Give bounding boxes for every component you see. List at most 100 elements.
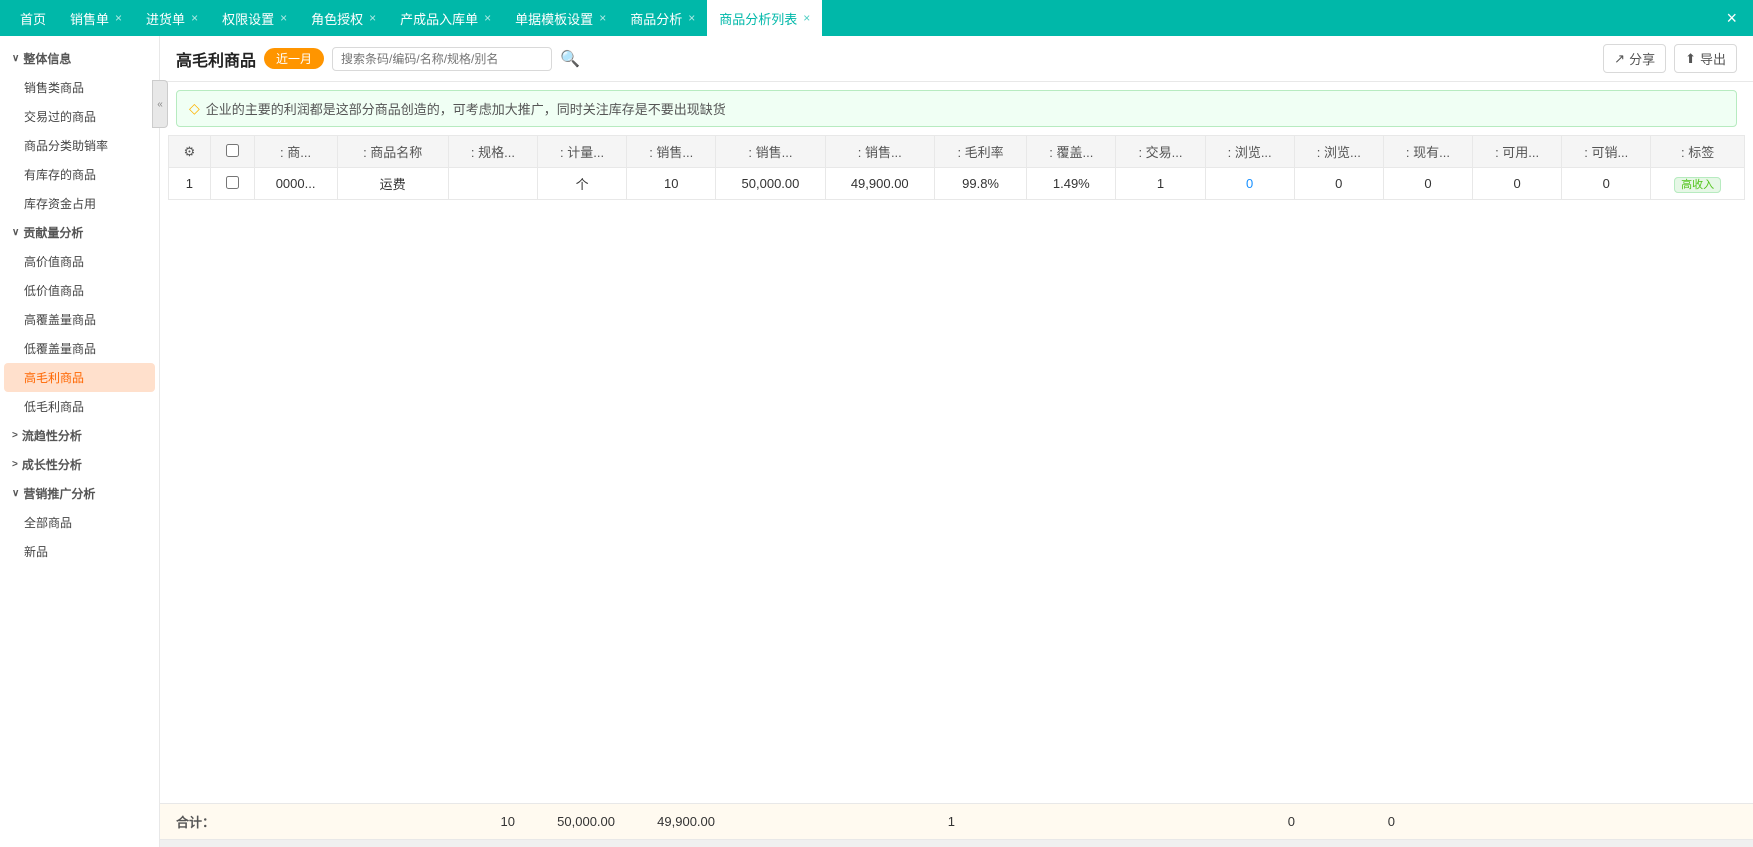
col-sort-transaction: : 交易... [1138, 142, 1182, 161]
browse-link[interactable]: 0 [1246, 176, 1253, 191]
col-header-sales_profit[interactable]: : 销售... [825, 136, 934, 168]
info-icon: ◇ [189, 100, 200, 117]
cell-current_stock: 0 [1383, 168, 1472, 200]
cell-sales_profit: 49,900.00 [825, 168, 934, 200]
sidebar-item-交易过的商品[interactable]: 交易过的商品 [0, 102, 159, 131]
content-header: 高毛利商品 近一月 🔍 ↗ 分享 ⬆ 导出 [160, 36, 1753, 82]
nav-close-icon[interactable]: × [280, 11, 287, 25]
col-sort-unit: : 计量... [560, 142, 604, 161]
nav-item-商品分析列表[interactable]: 商品分析列表× [707, 0, 822, 36]
search-input[interactable] [332, 47, 552, 71]
col-header-available[interactable]: : 可用... [1473, 136, 1562, 168]
nav-close-icon[interactable]: × [599, 11, 606, 25]
nav-item-角色授权[interactable]: 角色授权× [299, 0, 388, 36]
sidebar-item-高覆盖量商品[interactable]: 高覆盖量商品 [0, 305, 159, 334]
col-header-transaction[interactable]: : 交易... [1116, 136, 1205, 168]
nav-item-销售单[interactable]: 销售单× [58, 0, 134, 36]
filter-period-button[interactable]: 近一月 [264, 48, 324, 69]
sidebar-section-贡献量分析[interactable]: ∨贡献量分析 [0, 218, 159, 247]
info-banner: ◇ 企业的主要的利润都是这部分商品创造的，可考虑加大推广，同时关注库存是不要出现… [176, 90, 1737, 127]
footer-total-label: 合计： [176, 812, 215, 831]
footer-sales-profit: 49,900.00 [655, 814, 715, 829]
nav-close-icon[interactable]: × [369, 11, 376, 25]
col-header-spec[interactable]: : 规格... [448, 136, 537, 168]
horizontal-scrollbar[interactable] [160, 839, 1753, 847]
col-header-saleable[interactable]: : 可销... [1562, 136, 1651, 168]
cell-tag: 高收入 [1651, 168, 1745, 200]
table-footer: 合计： 10 50,000.00 49,900.00 1 0 0 [160, 803, 1753, 839]
footer-transaction: 1 [895, 814, 955, 829]
col-header-coverage[interactable]: : 覆盖... [1027, 136, 1116, 168]
col-header-current_stock[interactable]: : 现有... [1383, 136, 1472, 168]
select-all-checkbox[interactable] [226, 144, 239, 157]
cell-gross_margin: 99.8% [934, 168, 1026, 200]
sidebar-item-全部商品[interactable]: 全部商品 [0, 508, 159, 537]
footer-current-stock: 0 [1235, 814, 1295, 829]
cell-available: 0 [1473, 168, 1562, 200]
cell-index: 1 [169, 168, 211, 200]
col-sort-tag: : 标签 [1681, 142, 1714, 161]
nav-close-icon[interactable]: × [484, 11, 491, 25]
cell-checkbox[interactable] [210, 168, 254, 200]
share-button[interactable]: ↗ 分享 [1603, 44, 1666, 73]
col-header-gross_margin[interactable]: : 毛利率 [934, 136, 1026, 168]
col-header-checkbox[interactable] [210, 136, 254, 168]
sidebar-item-库存资金占用[interactable]: 库存资金占用 [0, 189, 159, 218]
cell-browse1[interactable]: 0 [1205, 168, 1294, 200]
sidebar-item-高毛利商品[interactable]: 高毛利商品 [4, 363, 155, 392]
cell-transaction: 1 [1116, 168, 1205, 200]
row-checkbox[interactable] [226, 176, 239, 189]
cell-sales_qty: 10 [627, 168, 716, 200]
col-header-name[interactable]: : 商品名称 [337, 136, 448, 168]
search-button[interactable]: 🔍 [560, 49, 580, 69]
col-header-unit[interactable]: : 计量... [538, 136, 627, 168]
col-header-sales_amount[interactable]: : 销售... [716, 136, 825, 168]
col-header-browse1[interactable]: : 浏览... [1205, 136, 1294, 168]
col-header-browse2[interactable]: : 浏览... [1294, 136, 1383, 168]
cell-saleable: 0 [1562, 168, 1651, 200]
sidebar-section-arrow: ∨ [12, 227, 19, 238]
sidebar-section-arrow: > [12, 430, 18, 441]
nav-close-icon[interactable]: × [803, 11, 810, 25]
col-header-tag[interactable]: : 标签 [1651, 136, 1745, 168]
footer-sales-amount: 50,000.00 [555, 814, 615, 829]
nav-item-首页[interactable]: 首页 [8, 0, 58, 36]
sidebar-item-低覆盖量商品[interactable]: 低覆盖量商品 [0, 334, 159, 363]
export-icon: ⬆ [1685, 51, 1696, 67]
sidebar-item-新品[interactable]: 新品 [0, 537, 159, 566]
nav-item-权限设置[interactable]: 权限设置× [210, 0, 299, 36]
sidebar-section-整体信息[interactable]: ∨整体信息 [0, 44, 159, 73]
close-all-button[interactable]: × [1718, 8, 1745, 29]
sidebar: ∨整体信息销售类商品交易过的商品商品分类助销率有库存的商品库存资金占用∨贡献量分… [0, 36, 160, 847]
sidebar-item-商品分类助销率[interactable]: 商品分类助销率 [0, 131, 159, 160]
col-sort-spec: : 规格... [471, 142, 515, 161]
sidebar-section-营销推广分析[interactable]: ∨营销推广分析 [0, 479, 159, 508]
nav-item-产成品入库单[interactable]: 产成品入库单× [388, 0, 503, 36]
sidebar-item-低毛利商品[interactable]: 低毛利商品 [0, 392, 159, 421]
col-header-sales_qty[interactable]: : 销售... [627, 136, 716, 168]
col-sort-name: : 商品名称 [363, 142, 422, 161]
sidebar-collapse-button[interactable]: « [152, 80, 168, 128]
sidebar-item-高价值商品[interactable]: 高价值商品 [0, 247, 159, 276]
nav-close-icon[interactable]: × [688, 11, 695, 25]
sidebar-section-成长性分析[interactable]: >成长性分析 [0, 450, 159, 479]
page-title: 高毛利商品 [176, 47, 256, 71]
export-button[interactable]: ⬆ 导出 [1674, 44, 1737, 73]
col-header-settings[interactable]: ⚙ [169, 136, 211, 168]
nav-item-单据模板设置[interactable]: 单据模板设置× [503, 0, 618, 36]
col-sort-available: : 可用... [1495, 142, 1539, 161]
sidebar-section-流趋性分析[interactable]: >流趋性分析 [0, 421, 159, 450]
product-table: ⚙: 商...: 商品名称: 规格...: 计量...: 销售...: 销售..… [168, 135, 1745, 200]
nav-close-icon[interactable]: × [191, 11, 198, 25]
nav-item-商品分析[interactable]: 商品分析× [618, 0, 707, 36]
cell-unit: 个 [538, 168, 627, 200]
main-layout: ∨整体信息销售类商品交易过的商品商品分类助销率有库存的商品库存资金占用∨贡献量分… [0, 36, 1753, 847]
sidebar-item-有库存的商品[interactable]: 有库存的商品 [0, 160, 159, 189]
share-icon: ↗ [1614, 51, 1625, 67]
sidebar-item-销售类商品[interactable]: 销售类商品 [0, 73, 159, 102]
nav-close-icon[interactable]: × [115, 11, 122, 25]
nav-item-进货单[interactable]: 进货单× [134, 0, 210, 36]
col-sort-browse2: : 浏览... [1317, 142, 1361, 161]
col-header-sku[interactable]: : 商... [254, 136, 337, 168]
sidebar-item-低价值商品[interactable]: 低价值商品 [0, 276, 159, 305]
